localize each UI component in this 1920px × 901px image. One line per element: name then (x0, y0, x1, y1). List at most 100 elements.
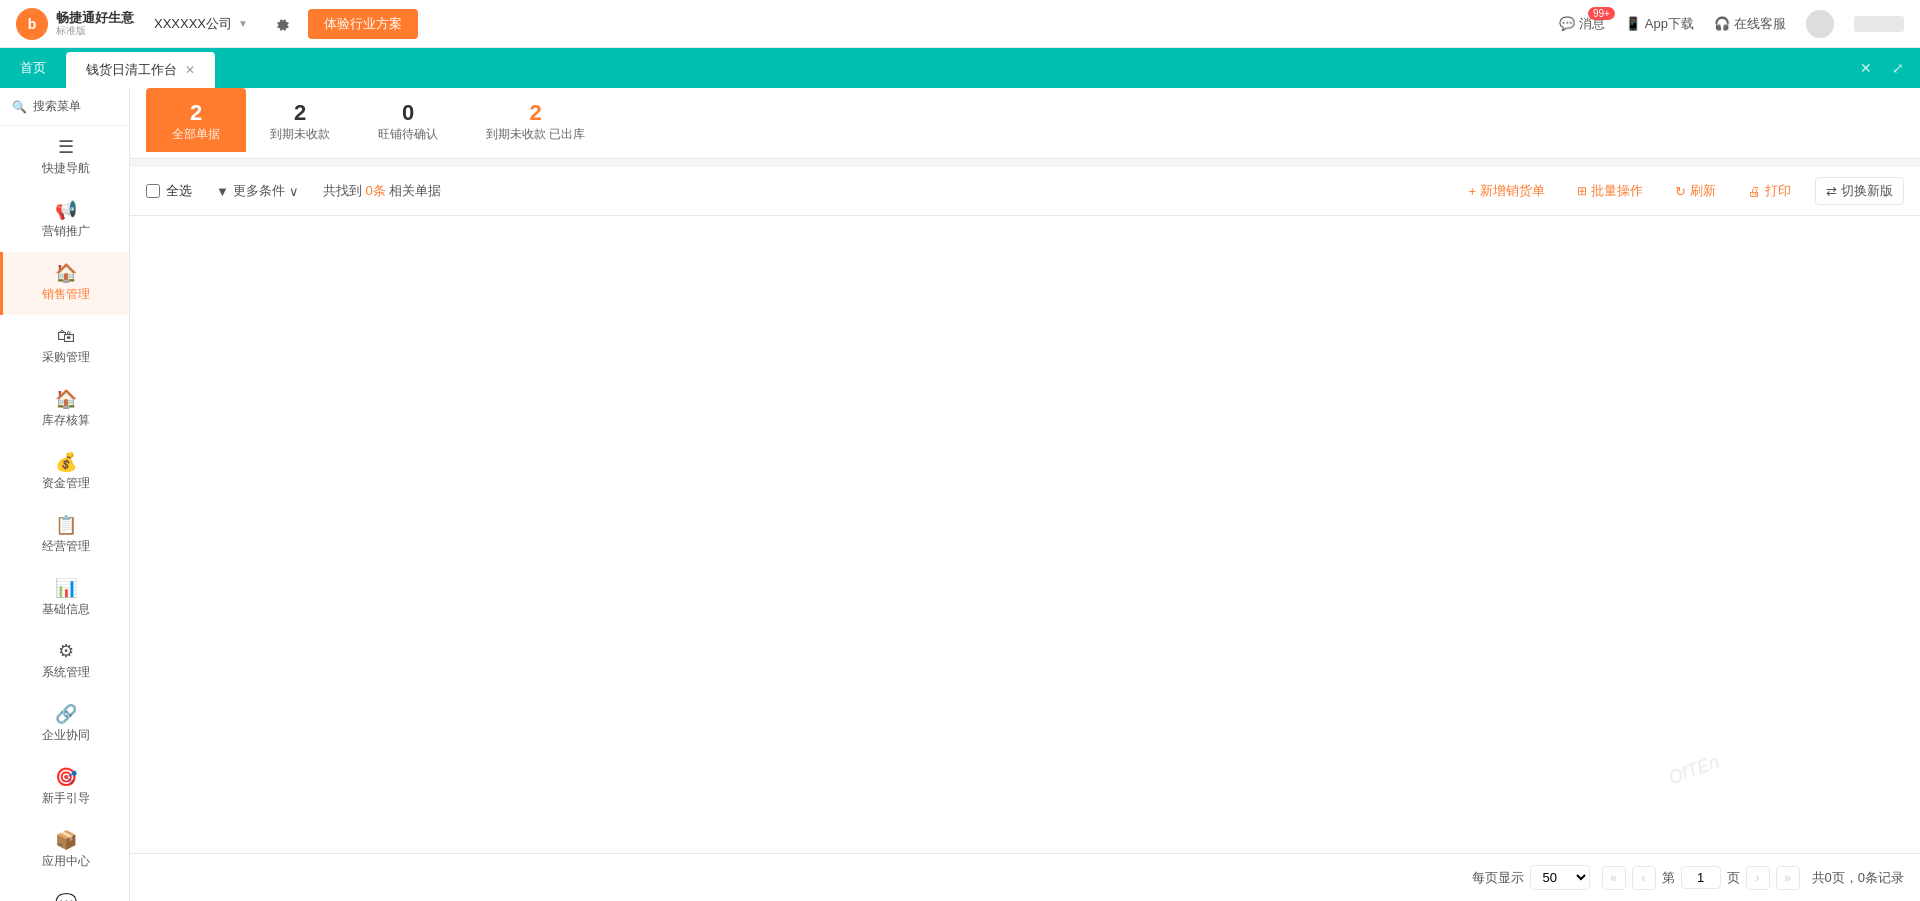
batch-icon: ⊞ (1577, 184, 1587, 198)
tab-expand-button[interactable]: ⤢ (1884, 54, 1912, 82)
sidebar-item-finance[interactable]: 💰 资金管理 (0, 441, 129, 504)
sidebar-item-inventory[interactable]: 🏠 库存核算 (0, 378, 129, 441)
prev-page-button[interactable]: ‹ (1632, 866, 1656, 890)
user-avatar[interactable] (1806, 10, 1834, 38)
online-service-label: 在线客服 (1734, 15, 1786, 33)
page-input[interactable] (1681, 866, 1721, 889)
found-count: 0条 (366, 183, 386, 198)
logo-icon: b (16, 8, 48, 40)
sidebar-item-enterprise[interactable]: 🔗 企业协同 (0, 693, 129, 756)
sidebar-item-operations[interactable]: 📋 经营管理 (0, 504, 129, 567)
sidebar-item-marketing[interactable]: 📢 营销推广 (0, 189, 129, 252)
sidebar-item-wechat[interactable]: 💬 企业微信 (0, 882, 129, 901)
select-all-label[interactable]: 全选 (146, 182, 192, 200)
message-button[interactable]: 💬 消息 99+ (1559, 15, 1605, 33)
stat-overdue-number: 2 (294, 100, 306, 126)
filter-button[interactable]: ▼ 更多条件 ∨ (208, 178, 307, 204)
stat-wangpu-number: 0 (402, 100, 414, 126)
new-sale-button[interactable]: + 新增销货单 (1460, 178, 1553, 204)
app-download-label: App下载 (1645, 15, 1694, 33)
new-sale-label: 新增销货单 (1480, 182, 1545, 200)
finance-icon: 💰 (55, 453, 77, 471)
system-icon: ⚙ (58, 642, 74, 660)
sidebar: 🔍 搜索菜单 ☰ 快捷导航 📢 营销推广 🏠 销售管理 🛍 采购管理 🏠 库存核… (0, 88, 130, 901)
batch-button[interactable]: ⊞ 批量操作 (1569, 178, 1651, 204)
inventory-label: 库存核算 (42, 412, 90, 429)
page-size-selector: 每页显示 20 50 100 (1472, 865, 1590, 890)
refresh-label: 刷新 (1690, 182, 1716, 200)
tab-close-window-button[interactable]: ✕ (1852, 54, 1880, 82)
select-all-text: 全选 (166, 182, 192, 200)
page-suffix: 页 (1727, 869, 1740, 887)
tab-home[interactable]: 首页 (0, 48, 66, 88)
stat-tab-all[interactable]: 2 全部单据 (146, 88, 246, 158)
tab-qian-huo[interactable]: 钱货日清工作台 ✕ (66, 52, 215, 88)
last-page-button[interactable]: » (1776, 866, 1800, 890)
filter-dropdown-icon: ∨ (289, 184, 299, 199)
sidebar-item-sales[interactable]: 🏠 销售管理 (0, 252, 129, 315)
table-area (130, 216, 1920, 853)
sidebar-item-apps[interactable]: 📦 应用中心 (0, 819, 129, 882)
online-service-button[interactable]: 🎧 在线客服 (1714, 15, 1786, 33)
switch-icon: ⇄ (1826, 184, 1837, 199)
marketing-icon: 📢 (55, 201, 77, 219)
footer-pagination: 每页显示 20 50 100 « ‹ 第 页 › » 共0页，0条记录 (130, 853, 1920, 901)
refresh-button[interactable]: ↻ 刷新 (1667, 178, 1724, 204)
select-all-checkbox[interactable] (146, 184, 160, 198)
stats-tabs: 2 全部单据 2 到期未收款 0 旺铺待确认 2 到期未收款 已出库 (130, 88, 1920, 159)
search-icon: 🔍 (12, 100, 27, 114)
base-info-label: 基础信息 (42, 601, 90, 618)
company-name: XXXXXX公司 (154, 15, 232, 33)
found-text: 共找到 0条 相关单据 (323, 182, 441, 200)
guide-label: 新手引导 (42, 790, 90, 807)
stat-tab-overdue-shipped[interactable]: 2 到期未收款 已出库 (462, 88, 609, 158)
search-label: 搜索菜单 (33, 98, 81, 115)
sidebar-item-base-info[interactable]: 📊 基础信息 (0, 567, 129, 630)
sidebar-search[interactable]: 🔍 搜索菜单 (0, 88, 129, 126)
switch-version-button[interactable]: ⇄ 切换新版 (1815, 177, 1904, 205)
page-label: 第 (1662, 869, 1675, 887)
stat-all-label: 全部单据 (172, 126, 220, 143)
enterprise-icon: 🔗 (55, 705, 77, 723)
page-size-select[interactable]: 20 50 100 (1530, 865, 1590, 890)
trial-button[interactable]: 体验行业方案 (308, 9, 418, 39)
page-size-label: 每页显示 (1472, 869, 1524, 887)
tab-qian-huo-label: 钱货日清工作台 (86, 61, 177, 79)
header-left: b 畅捷通好生意 标准版 XXXXXX公司 ▼ 体验行业方案 (16, 8, 418, 40)
stat-tab-overdue[interactable]: 2 到期未收款 (246, 88, 354, 158)
main-layout: 🔍 搜索菜单 ☰ 快捷导航 📢 营销推广 🏠 销售管理 🛍 采购管理 🏠 库存核… (0, 88, 1920, 901)
app-download-icon: 📱 (1625, 16, 1641, 31)
switch-label: 切换新版 (1841, 182, 1893, 200)
first-page-button[interactable]: « (1602, 866, 1626, 890)
app-subtitle: 标准版 (56, 25, 134, 37)
next-page-button[interactable]: › (1746, 866, 1770, 890)
finance-label: 资金管理 (42, 475, 90, 492)
top-header: b 畅捷通好生意 标准版 XXXXXX公司 ▼ 体验行业方案 💬 消息 99+ … (0, 0, 1920, 48)
stat-overdue-shipped-number: 2 (530, 100, 542, 126)
message-badge: 99+ (1588, 7, 1615, 20)
sidebar-item-purchase[interactable]: 🛍 采购管理 (0, 315, 129, 378)
operations-icon: 📋 (55, 516, 77, 534)
tab-close-icon[interactable]: ✕ (185, 63, 195, 77)
wechat-icon: 💬 (55, 894, 77, 901)
stat-overdue-label: 到期未收款 (270, 126, 330, 143)
sidebar-item-system[interactable]: ⚙ 系统管理 (0, 630, 129, 693)
apps-icon: 📦 (55, 831, 77, 849)
settings-button[interactable] (268, 10, 296, 38)
toolbar: 全选 ▼ 更多条件 ∨ 共找到 0条 相关单据 + 新增销货单 (130, 167, 1920, 216)
stat-tab-wangpu[interactable]: 0 旺铺待确认 (354, 88, 462, 158)
print-icon: 🖨 (1748, 184, 1761, 199)
sidebar-item-quick-nav[interactable]: ☰ 快捷导航 (0, 126, 129, 189)
company-selector[interactable]: XXXXXX公司 ▼ (146, 11, 256, 37)
base-info-icon: 📊 (55, 579, 77, 597)
stat-overdue-shipped-label: 到期未收款 已出库 (486, 126, 585, 143)
inventory-icon: 🏠 (55, 390, 77, 408)
home-tab-label: 首页 (20, 59, 46, 77)
toolbar-right: + 新增销货单 ⊞ 批量操作 ↻ 刷新 🖨 打印 ⇄ 切换新版 (1460, 177, 1904, 205)
operations-label: 经营管理 (42, 538, 90, 555)
print-button[interactable]: 🖨 打印 (1740, 178, 1799, 204)
app-download-button[interactable]: 📱 App下载 (1625, 15, 1694, 33)
purchase-label: 采购管理 (42, 349, 90, 366)
sidebar-item-guide[interactable]: 🎯 新手引导 (0, 756, 129, 819)
message-icon: 💬 (1559, 16, 1575, 31)
